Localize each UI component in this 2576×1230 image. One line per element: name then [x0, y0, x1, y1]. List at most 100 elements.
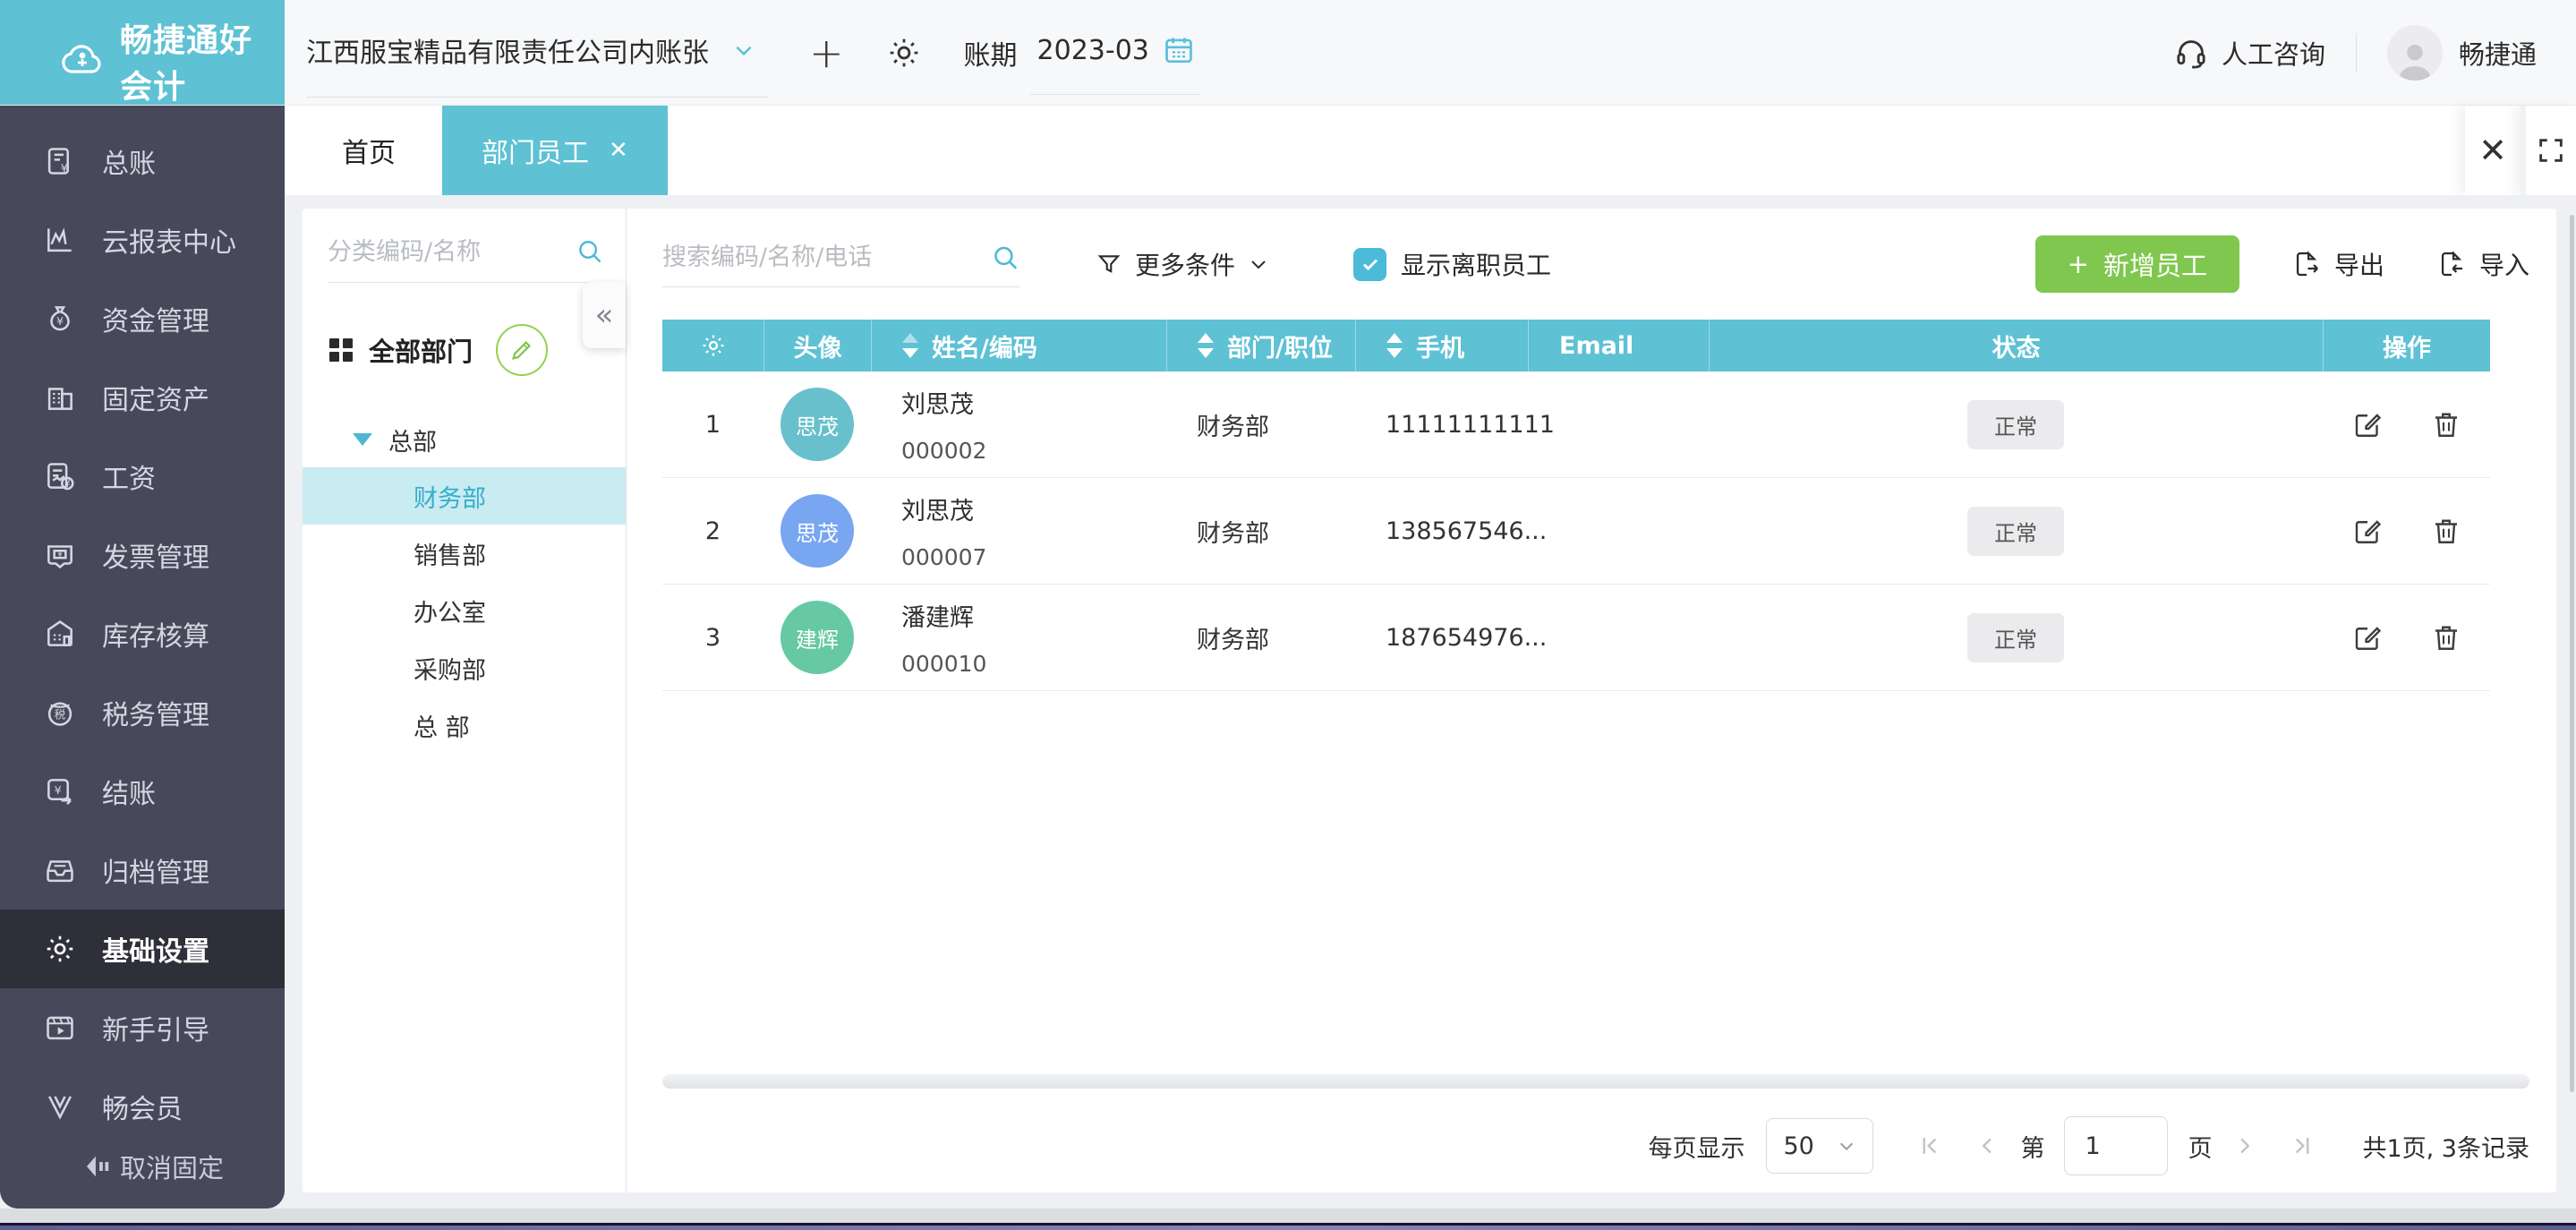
- tree-node-sales[interactable]: 销售部: [303, 525, 626, 582]
- close-pane-button[interactable]: ✕: [2465, 106, 2521, 195]
- status-badge: 正常: [1967, 612, 2064, 662]
- support-link[interactable]: 人工咨询: [2173, 34, 2325, 72]
- sidebar-item-cloud-reports[interactable]: 云报表中心: [0, 201, 285, 279]
- horizontal-scrollbar[interactable]: [662, 1074, 2529, 1089]
- edit-departments-button[interactable]: [496, 324, 549, 376]
- sidebar-item-funds[interactable]: ¥ 资金管理: [0, 279, 285, 358]
- sidebar-item-label: 税务管理: [102, 700, 209, 731]
- more-filters-button[interactable]: 更多条件: [1096, 246, 1269, 282]
- sidebar-item-fixed-assets[interactable]: 固定资产: [0, 358, 285, 437]
- ledger-icon: ¥: [47, 148, 69, 175]
- sidebar-item-beginner-guide[interactable]: 新手引导: [0, 988, 285, 1067]
- cloud-report-icon: [47, 227, 72, 252]
- sidebar-item-invoices[interactable]: ¥ 发票管理: [0, 516, 285, 594]
- sidebar-item-closing[interactable]: ¥ 结账: [0, 752, 285, 831]
- table-row[interactable]: 3 建辉 潘建辉 000010 财务部 187654976... 正常: [662, 585, 2490, 691]
- sidebar-nav: ¥ 总账 云报表中心 ¥ 资金管理 固定资产 ¥ 工资 ¥ 发票管理 库存核算 …: [0, 106, 285, 1209]
- chevron-down-icon[interactable]: [732, 38, 755, 62]
- delete-button[interactable]: [2430, 621, 2462, 653]
- column-settings-header[interactable]: [662, 320, 763, 372]
- collapse-panel-button[interactable]: «: [583, 282, 626, 348]
- all-departments-row[interactable]: 全部部门: [329, 324, 626, 376]
- sidebar-item-membership[interactable]: 畅会员: [0, 1067, 285, 1146]
- export-icon: [2296, 251, 2318, 277]
- tab-close-icon[interactable]: ✕: [609, 137, 628, 164]
- department-panel: 全部部门 « 总部 财务部 销售部: [303, 209, 627, 1192]
- sidebar-item-archive[interactable]: 归档管理: [0, 831, 285, 910]
- header-name-code[interactable]: 姓名/编码: [871, 320, 1166, 372]
- header-dept-position[interactable]: 部门/职位: [1166, 320, 1355, 372]
- tree-node-hq[interactable]: 总 部: [303, 696, 626, 754]
- vertical-scrollbar[interactable]: [2570, 215, 2574, 1092]
- import-button[interactable]: 导入: [2436, 246, 2529, 282]
- employee-name: 潘建辉: [901, 604, 974, 632]
- topbar: 畅捷通好会计 旗舰版 江西服宝精品有限责任公司内账张 + 账期 2023-03: [0, 0, 2576, 141]
- collapse-pin-icon: [86, 1156, 109, 1177]
- sidebar-item-basic-settings[interactable]: 基础设置: [0, 910, 285, 988]
- tree-node-purchasing[interactable]: 采购部: [303, 639, 626, 696]
- window-bottom-accent: [0, 1226, 2576, 1230]
- table-row[interactable]: 1 思茂 刘思茂 000002 财务部 11111111111 正常: [662, 372, 2490, 478]
- export-button[interactable]: 导出: [2291, 246, 2384, 282]
- calendar-icon[interactable]: [1162, 33, 1196, 67]
- fullscreen-button[interactable]: [2521, 106, 2576, 195]
- svg-text:¥: ¥: [64, 478, 71, 490]
- sidebar-item-salary[interactable]: ¥ 工资: [0, 437, 285, 516]
- sort-icons[interactable]: [1198, 333, 1214, 358]
- account-settings-button[interactable]: [885, 34, 923, 72]
- headset-icon: [2177, 39, 2205, 69]
- first-page-icon[interactable]: [1916, 1132, 1943, 1159]
- sidebar-item-tax[interactable]: 税 税务管理: [0, 673, 285, 752]
- prev-page-icon[interactable]: [1974, 1132, 2000, 1159]
- last-page-icon[interactable]: [2289, 1132, 2316, 1159]
- period-selector[interactable]: 2023-03: [1029, 10, 1199, 95]
- edit-button[interactable]: [2351, 621, 2384, 653]
- all-departments-label: 全部部门: [369, 337, 473, 367]
- tab-department-employees[interactable]: 部门员工 ✕: [442, 106, 668, 195]
- row-index: 1: [704, 410, 721, 439]
- tree-node-finance[interactable]: 财务部: [303, 467, 626, 525]
- sort-icons[interactable]: [1386, 333, 1403, 358]
- edit-icon: [2355, 627, 2381, 650]
- department-search-input[interactable]: [328, 237, 576, 266]
- company-selector[interactable]: 江西服宝精品有限责任公司内账张: [306, 7, 768, 98]
- page-number-input[interactable]: [2064, 1116, 2169, 1175]
- sidebar-item-label: 资金管理: [102, 306, 209, 337]
- tree-node-office[interactable]: 办公室: [303, 582, 626, 639]
- unpin-sidebar-button[interactable]: 取消固定: [82, 1148, 224, 1185]
- header-email[interactable]: Email: [1528, 320, 1709, 372]
- employee-dept: 财务部: [1197, 519, 1269, 548]
- next-page-icon[interactable]: [2231, 1132, 2258, 1159]
- edit-button[interactable]: [2351, 408, 2384, 440]
- employee-search[interactable]: [662, 242, 1020, 287]
- delete-button[interactable]: [2430, 408, 2462, 440]
- sidebar-item-general-ledger[interactable]: ¥ 总账: [0, 122, 285, 201]
- header-phone[interactable]: 手机: [1355, 320, 1528, 372]
- per-page-select[interactable]: 50: [1766, 1118, 1874, 1174]
- archive-icon: [47, 860, 73, 883]
- export-label: 导出: [2333, 251, 2384, 280]
- delete-button[interactable]: [2430, 515, 2462, 547]
- tree-node-root[interactable]: 总部: [303, 412, 626, 467]
- department-search[interactable]: [328, 235, 604, 283]
- header-avatar[interactable]: 头像: [763, 320, 871, 372]
- show-resigned-toggle[interactable]: 显示离职员工: [1353, 246, 1551, 282]
- edit-button[interactable]: [2351, 515, 2384, 547]
- add-account-button[interactable]: +: [809, 32, 844, 73]
- tab-home[interactable]: 首页: [317, 106, 421, 195]
- grid-icon: [329, 338, 353, 362]
- header-status[interactable]: 状态: [1709, 320, 2323, 372]
- table-row[interactable]: 2 思茂 刘思茂 000007 财务部 138567546... 正常: [662, 478, 2490, 585]
- employee-search-input[interactable]: [662, 243, 991, 271]
- gear-icon[interactable]: [699, 331, 728, 360]
- search-icon[interactable]: [991, 242, 1020, 274]
- add-employee-button[interactable]: + 新增员工: [2034, 235, 2239, 293]
- sidebar-item-inventory[interactable]: 库存核算: [0, 594, 285, 673]
- checkbox-checked-icon[interactable]: [1353, 247, 1387, 281]
- user-avatar[interactable]: [2386, 24, 2443, 81]
- caret-down-icon[interactable]: [353, 433, 372, 446]
- search-icon[interactable]: [576, 235, 604, 268]
- sort-icons[interactable]: [902, 333, 918, 358]
- sidebar-item-label: 库存核算: [102, 621, 209, 653]
- employee-name: 刘思茂: [901, 498, 974, 525]
